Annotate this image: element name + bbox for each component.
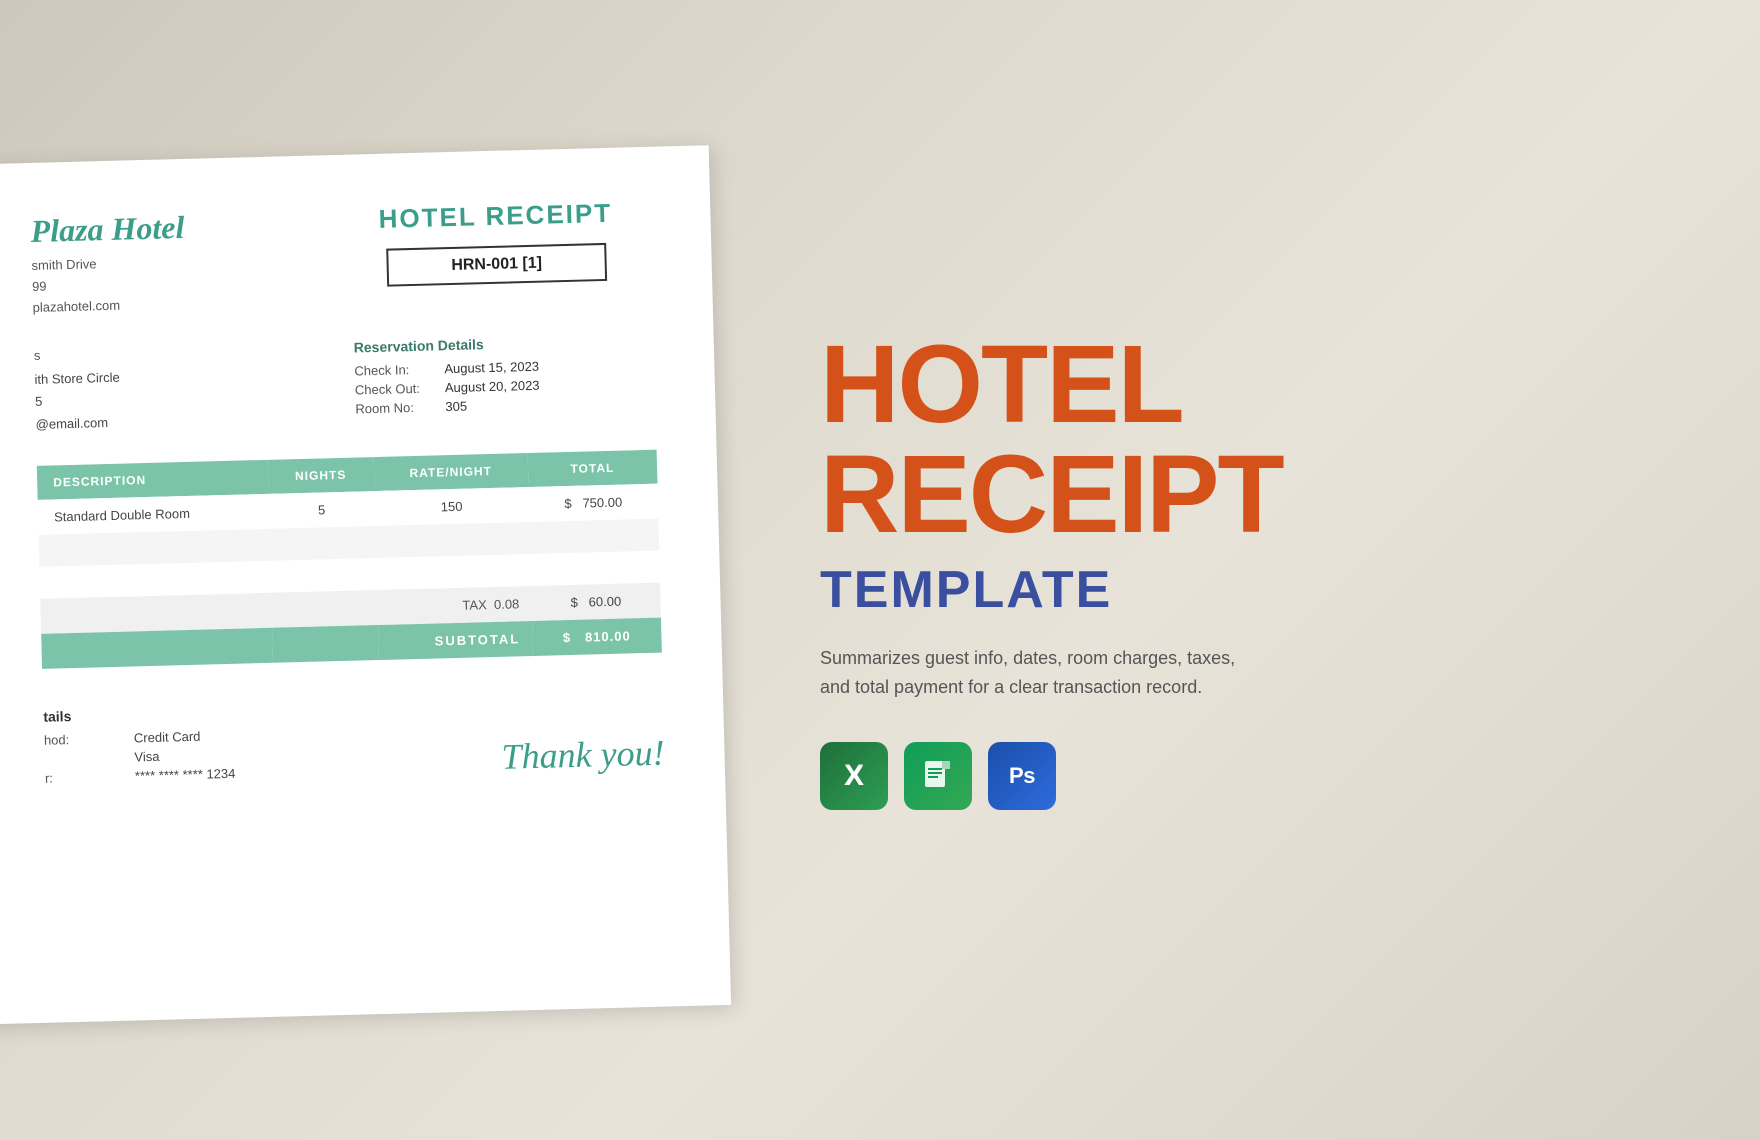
- format-icons: X Ps: [820, 742, 1680, 810]
- method-label: hod:: [44, 730, 134, 747]
- row-nights: 5: [268, 491, 375, 529]
- guest-address-line2: 5: [35, 394, 43, 409]
- card-number: **** **** **** 1234: [135, 765, 236, 783]
- checkin-label: Check In:: [354, 362, 444, 379]
- room-label: Room No:: [355, 400, 445, 417]
- row-total: $ 750.00: [528, 483, 658, 521]
- col-total: TOTAL: [527, 449, 657, 486]
- big-title-receipt: RECEIPT: [820, 440, 1680, 550]
- big-title-template: TEMPLATE: [820, 560, 1680, 620]
- row-description: Standard Double Room: [38, 494, 269, 535]
- row-total-val: 750.00: [582, 494, 622, 510]
- payment-section: tails hod: Credit Card Visa r: **** ****…: [43, 682, 665, 789]
- room-row: Room No: 305: [355, 394, 655, 417]
- receipt-card: Plaza Hotel smith Drive 99 plazahotel.co…: [0, 145, 731, 1025]
- guest-address-line3: @email.com: [35, 415, 108, 432]
- payment-cardnum-row: r: **** **** **** 1234: [45, 762, 355, 785]
- tax-label: TAX 0.08: [377, 586, 532, 625]
- subtotal-label: SUBTOTAL: [378, 621, 533, 660]
- checkout-value: August 20, 2023: [445, 378, 540, 395]
- reservation-block: Reservation Details Check In: August 15,…: [334, 332, 656, 428]
- card-label: r:: [45, 768, 135, 785]
- checkin-value: August 15, 2023: [444, 359, 539, 376]
- checkout-label: Check Out:: [355, 381, 445, 398]
- right-panel: HOTEL RECEIPT TEMPLATE Summarizes guest …: [720, 270, 1760, 870]
- hotel-address: smith Drive 99 plazahotel.com: [31, 248, 343, 318]
- row-dollar: $: [564, 496, 572, 511]
- address-line2: 99: [32, 278, 47, 293]
- room-value: 305: [445, 399, 467, 415]
- thank-you: Thank you!: [354, 731, 665, 781]
- row-rate: 150: [374, 487, 529, 526]
- hotel-header: Plaza Hotel smith Drive 99 plazahotel.co…: [30, 197, 653, 319]
- tax-amount: $ 60.00: [531, 582, 661, 620]
- guest-address: ith Store Circle 5 @email.com: [34, 361, 336, 435]
- reservation-title: Reservation Details: [354, 332, 654, 356]
- ps-icon[interactable]: Ps: [988, 742, 1056, 810]
- description-text: Summarizes guest info, dates, room charg…: [820, 644, 1240, 702]
- col-nights: NIGHTS: [267, 457, 374, 494]
- hotel-name: Plaza Hotel: [30, 205, 341, 250]
- guest-address-line1: ith Store Circle: [34, 370, 120, 387]
- card-type: Visa: [134, 748, 159, 764]
- excel-icon[interactable]: X: [820, 742, 888, 810]
- sheets-icon[interactable]: [904, 742, 972, 810]
- address-line3: plazahotel.com: [32, 297, 120, 314]
- method-value: Credit Card: [134, 728, 201, 745]
- hotel-name-block: Plaza Hotel smith Drive 99 plazahotel.co…: [30, 205, 343, 318]
- guest-block: s ith Store Circle 5 @email.com: [34, 340, 336, 435]
- subtotal-amount: $ 810.00: [532, 617, 662, 655]
- details-row: s ith Store Circle 5 @email.com Reservat…: [34, 332, 656, 435]
- address-line1: smith Drive: [31, 256, 96, 273]
- guest-label: s: [34, 340, 334, 363]
- payment-block: tails hod: Credit Card Visa r: **** ****…: [43, 700, 355, 789]
- charges-table: DESCRIPTION NIGHTS RATE/NIGHT TOTAL Stan…: [37, 449, 662, 668]
- big-title-hotel: HOTEL: [820, 330, 1680, 440]
- payment-title: tails: [43, 700, 353, 724]
- receipt-title-block: HOTEL RECEIPT HRN-001 [1]: [340, 197, 652, 288]
- receipt-title: HOTEL RECEIPT: [340, 197, 651, 236]
- col-rate: RATE/NIGHT: [373, 453, 528, 491]
- receipt-number: HRN-001 [1]: [386, 243, 607, 287]
